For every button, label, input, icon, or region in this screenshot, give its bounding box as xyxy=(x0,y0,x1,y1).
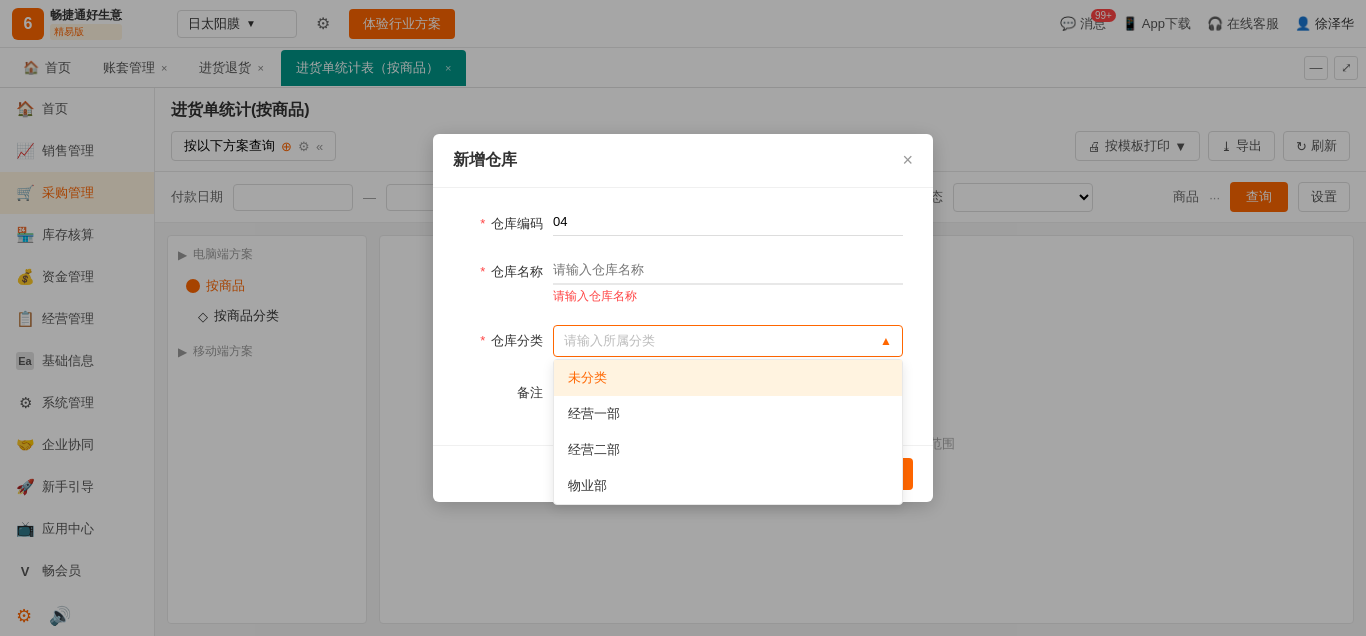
warehouse-category-wrap: 请输入所属分类 ▲ 未分类 经营一部 经营二部 物业部 xyxy=(553,325,903,357)
category-option-3[interactable]: 物业部 xyxy=(554,468,902,504)
modal-body: * 仓库编码 * 仓库名称 请输入仓库名称 xyxy=(433,188,933,445)
warehouse-code-wrap xyxy=(553,208,903,236)
warehouse-name-input[interactable] xyxy=(553,256,903,285)
warehouse-category-row: * 仓库分类 请输入所属分类 ▲ 未分类 经营一部 经营二部 物业部 xyxy=(463,325,903,357)
modal-overlay: 新增仓库 × * 仓库编码 * 仓库名称 xyxy=(0,0,1366,636)
warehouse-category-label: * 仓库分类 xyxy=(463,325,543,350)
warehouse-code-input[interactable] xyxy=(553,208,903,236)
add-warehouse-modal: 新增仓库 × * 仓库编码 * 仓库名称 xyxy=(433,134,933,502)
warehouse-category-select[interactable]: 请输入所属分类 ▲ xyxy=(553,325,903,357)
modal-title: 新增仓库 xyxy=(453,150,517,171)
warehouse-name-error: 请输入仓库名称 xyxy=(553,288,903,305)
category-option-0[interactable]: 未分类 xyxy=(554,360,902,396)
notes-label: 备注 xyxy=(463,377,543,402)
warehouse-name-row: * 仓库名称 请输入仓库名称 xyxy=(463,256,903,305)
warehouse-code-label: * 仓库编码 xyxy=(463,208,543,233)
warehouse-category-placeholder: 请输入所属分类 xyxy=(564,332,655,350)
modal-header: 新增仓库 × xyxy=(433,134,933,188)
category-option-1[interactable]: 经营一部 xyxy=(554,396,902,432)
warehouse-name-wrap: 请输入仓库名称 xyxy=(553,256,903,305)
chevron-up-icon: ▲ xyxy=(880,334,892,348)
category-dropdown: 未分类 经营一部 经营二部 物业部 xyxy=(553,359,903,505)
category-option-2[interactable]: 经营二部 xyxy=(554,432,902,468)
modal-close-button[interactable]: × xyxy=(902,150,913,171)
warehouse-name-label: * 仓库名称 xyxy=(463,256,543,281)
warehouse-code-row: * 仓库编码 xyxy=(463,208,903,236)
